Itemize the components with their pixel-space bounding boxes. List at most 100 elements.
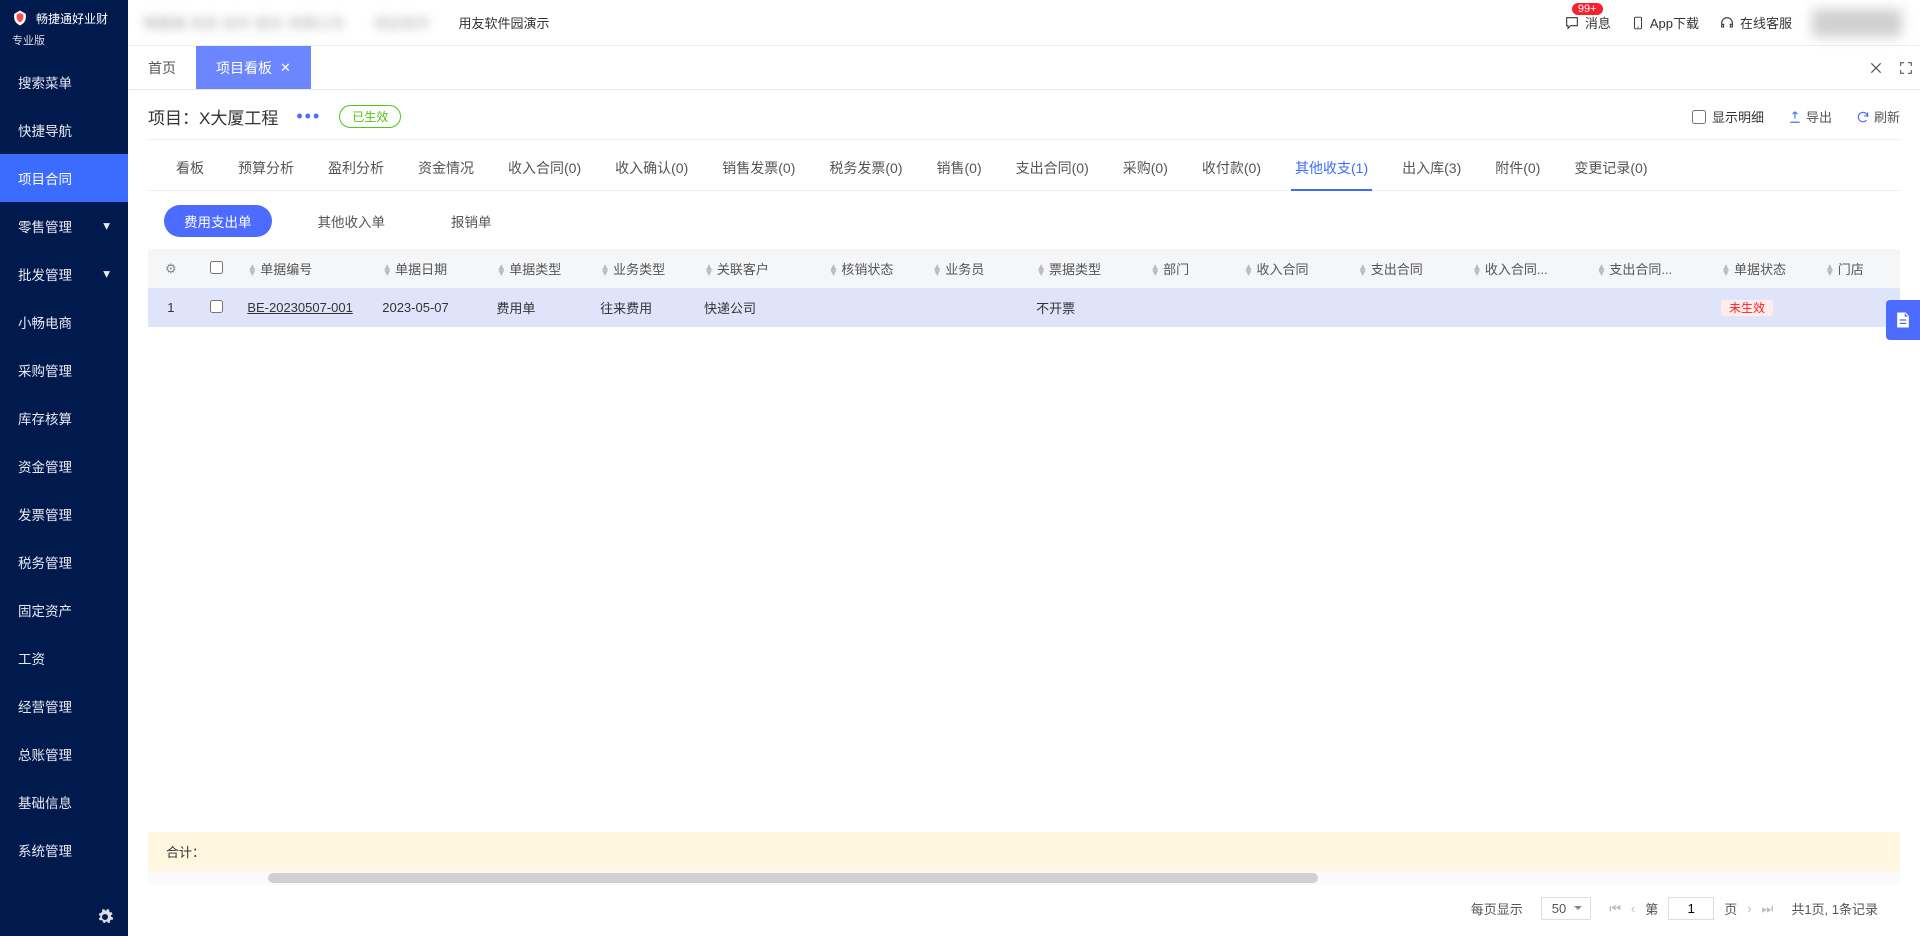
cell: BE-20230507-001: [239, 288, 374, 327]
app-download-button[interactable]: App下载: [1631, 13, 1699, 32]
sort-icon: ▲▼: [1036, 265, 1046, 277]
sidebar-item-9[interactable]: 发票管理: [0, 490, 128, 538]
sidebar-item-14[interactable]: 总账管理: [0, 730, 128, 778]
fullscreen-icon[interactable]: [1898, 60, 1914, 76]
section-tab-13[interactable]: 出入库(3): [1402, 146, 1461, 190]
sidebar-item-7[interactable]: 库存核算: [0, 394, 128, 442]
next-page-icon[interactable]: ›: [1747, 901, 1751, 916]
user-avatar[interactable]: [1812, 9, 1902, 37]
section-tab-14[interactable]: 附件(0): [1495, 146, 1540, 190]
horizontal-scrollbar[interactable]: [148, 871, 1900, 885]
section-tab-8[interactable]: 销售(0): [937, 146, 982, 190]
brand-title: 畅捷通好业财: [36, 10, 108, 27]
section-tab-6[interactable]: 销售发票(0): [722, 146, 795, 190]
col-header-10[interactable]: ▲▼支出合同: [1350, 249, 1464, 288]
section-tab-9[interactable]: 支出合同(0): [1016, 146, 1089, 190]
column-settings-icon[interactable]: ⚙: [148, 249, 194, 288]
col-header-2[interactable]: ▲▼单据类型: [488, 249, 592, 288]
subtab-0[interactable]: 费用支出单: [164, 205, 272, 237]
section-tab-11[interactable]: 收付款(0): [1202, 146, 1261, 190]
section-tab-3[interactable]: 资金情况: [418, 146, 474, 190]
cell: 不开票: [1028, 288, 1142, 327]
page-input[interactable]: [1668, 897, 1714, 920]
sidebar-item-12[interactable]: 工资: [0, 634, 128, 682]
col-header-3[interactable]: ▲▼业务类型: [592, 249, 696, 288]
subtab-2[interactable]: 报销单: [431, 205, 512, 237]
col-header-0[interactable]: ▲▼单据编号: [239, 249, 374, 288]
show-detail-checkbox[interactable]: 显示明细: [1692, 107, 1764, 126]
col-header-4[interactable]: ▲▼关联客户: [696, 249, 821, 288]
col-header-7[interactable]: ▲▼票据类型: [1028, 249, 1142, 288]
content: 项目：X大厦工程 ••• 已生效 显示明细 导出 刷新: [128, 90, 1920, 936]
sidebar-item-2[interactable]: 项目合同: [0, 154, 128, 202]
col-header-6[interactable]: ▲▼业务员: [924, 249, 1028, 288]
tab-0[interactable]: 首页: [128, 46, 196, 89]
sidebar-item-15[interactable]: 基础信息: [0, 778, 128, 826]
org-context: 畅捷通 信息 技术 股份 有限公司: [138, 13, 344, 32]
cell: [1236, 288, 1350, 327]
doc-number-link[interactable]: BE-20230507-001: [247, 300, 353, 315]
subtab-1[interactable]: 其他收入单: [298, 205, 406, 237]
close-tab-icon[interactable]: [1868, 60, 1884, 76]
section-tab-15[interactable]: 变更记录(0): [1574, 146, 1647, 190]
sidebar-item-16[interactable]: 系统管理: [0, 826, 128, 874]
sidebar-item-4[interactable]: 批发管理▾: [0, 250, 128, 298]
tab-1[interactable]: 项目看板✕: [196, 46, 311, 89]
refresh-button[interactable]: 刷新: [1856, 107, 1900, 126]
section-tab-10[interactable]: 采购(0): [1123, 146, 1168, 190]
col-header-9[interactable]: ▲▼收入合同: [1236, 249, 1350, 288]
section-tab-5[interactable]: 收入确认(0): [615, 146, 688, 190]
col-header-8[interactable]: ▲▼部门: [1142, 249, 1235, 288]
org-blur: 用友软件: [368, 13, 448, 32]
cell: 未生效: [1713, 288, 1817, 327]
per-page-select[interactable]: 50: [1541, 897, 1591, 920]
section-tab-2[interactable]: 盈利分析: [328, 146, 384, 190]
sidebar-item-0[interactable]: 搜索菜单: [0, 58, 128, 106]
status-badge: 已生效: [339, 105, 401, 128]
first-page-icon[interactable]: ⏮: [1609, 901, 1621, 917]
col-header-13[interactable]: ▲▼单据状态: [1713, 249, 1817, 288]
export-button[interactable]: 导出: [1788, 107, 1832, 126]
cell: [1142, 288, 1235, 327]
section-tab-1[interactable]: 预算分析: [238, 146, 294, 190]
sidebar-item-10[interactable]: 税务管理: [0, 538, 128, 586]
support-button[interactable]: 在线客服: [1719, 13, 1792, 32]
section-tab-7[interactable]: 税务发票(0): [829, 146, 902, 190]
page-tabs: 首页项目看板✕: [128, 46, 1920, 90]
sidebar-item-8[interactable]: 资金管理: [0, 442, 128, 490]
cell: [924, 288, 1028, 327]
sidebar-item-1[interactable]: 快捷导航: [0, 106, 128, 154]
col-header-14[interactable]: ▲▼门店: [1817, 249, 1900, 288]
prev-page-icon[interactable]: ‹: [1631, 901, 1635, 916]
section-tab-4[interactable]: 收入合同(0): [508, 146, 581, 190]
sidebar-item-11[interactable]: 固定资产: [0, 586, 128, 634]
col-header-12[interactable]: ▲▼支出合同...: [1588, 249, 1713, 288]
row-checkbox[interactable]: [194, 288, 240, 327]
col-header-5[interactable]: ▲▼核销状态: [821, 249, 925, 288]
table-row[interactable]: 1BE-20230507-0012023-05-07费用单往来费用快递公司不开票…: [148, 288, 1900, 327]
sidebar-item-6[interactable]: 采购管理: [0, 346, 128, 394]
settings-gear-icon[interactable]: [96, 908, 114, 926]
messages-button[interactable]: 99+ 消息: [1564, 13, 1611, 32]
col-header-1[interactable]: ▲▼单据日期: [374, 249, 488, 288]
sidebar-item-3[interactable]: 零售管理▾: [0, 202, 128, 250]
last-page-icon[interactable]: ⏭: [1762, 901, 1774, 917]
sort-icon: ▲▼: [1825, 265, 1835, 277]
page-summary: 共1页, 1条记录: [1791, 899, 1878, 918]
col-header-11[interactable]: ▲▼收入合同...: [1464, 249, 1589, 288]
page-suffix: 页: [1724, 899, 1737, 918]
more-actions-icon[interactable]: •••: [296, 106, 321, 127]
section-tab-0[interactable]: 看板: [176, 146, 204, 190]
brand-logo-icon: [10, 8, 30, 28]
float-action-button[interactable]: [1886, 300, 1920, 340]
sort-icon: ▲▼: [829, 265, 839, 277]
phone-icon: [1631, 15, 1645, 31]
sidebar-item-13[interactable]: 经营管理: [0, 682, 128, 730]
select-all-checkbox[interactable]: [194, 249, 240, 288]
sidebar-item-5[interactable]: 小畅电商: [0, 298, 128, 346]
brand-subtitle: 专业版: [0, 32, 128, 58]
tab-close-icon[interactable]: ✕: [280, 60, 291, 76]
refresh-icon: [1856, 110, 1870, 124]
sidebar: 畅捷通好业财 专业版 搜索菜单快捷导航项目合同零售管理▾批发管理▾小畅电商采购管…: [0, 0, 128, 936]
section-tab-12[interactable]: 其他收支(1): [1295, 146, 1368, 190]
